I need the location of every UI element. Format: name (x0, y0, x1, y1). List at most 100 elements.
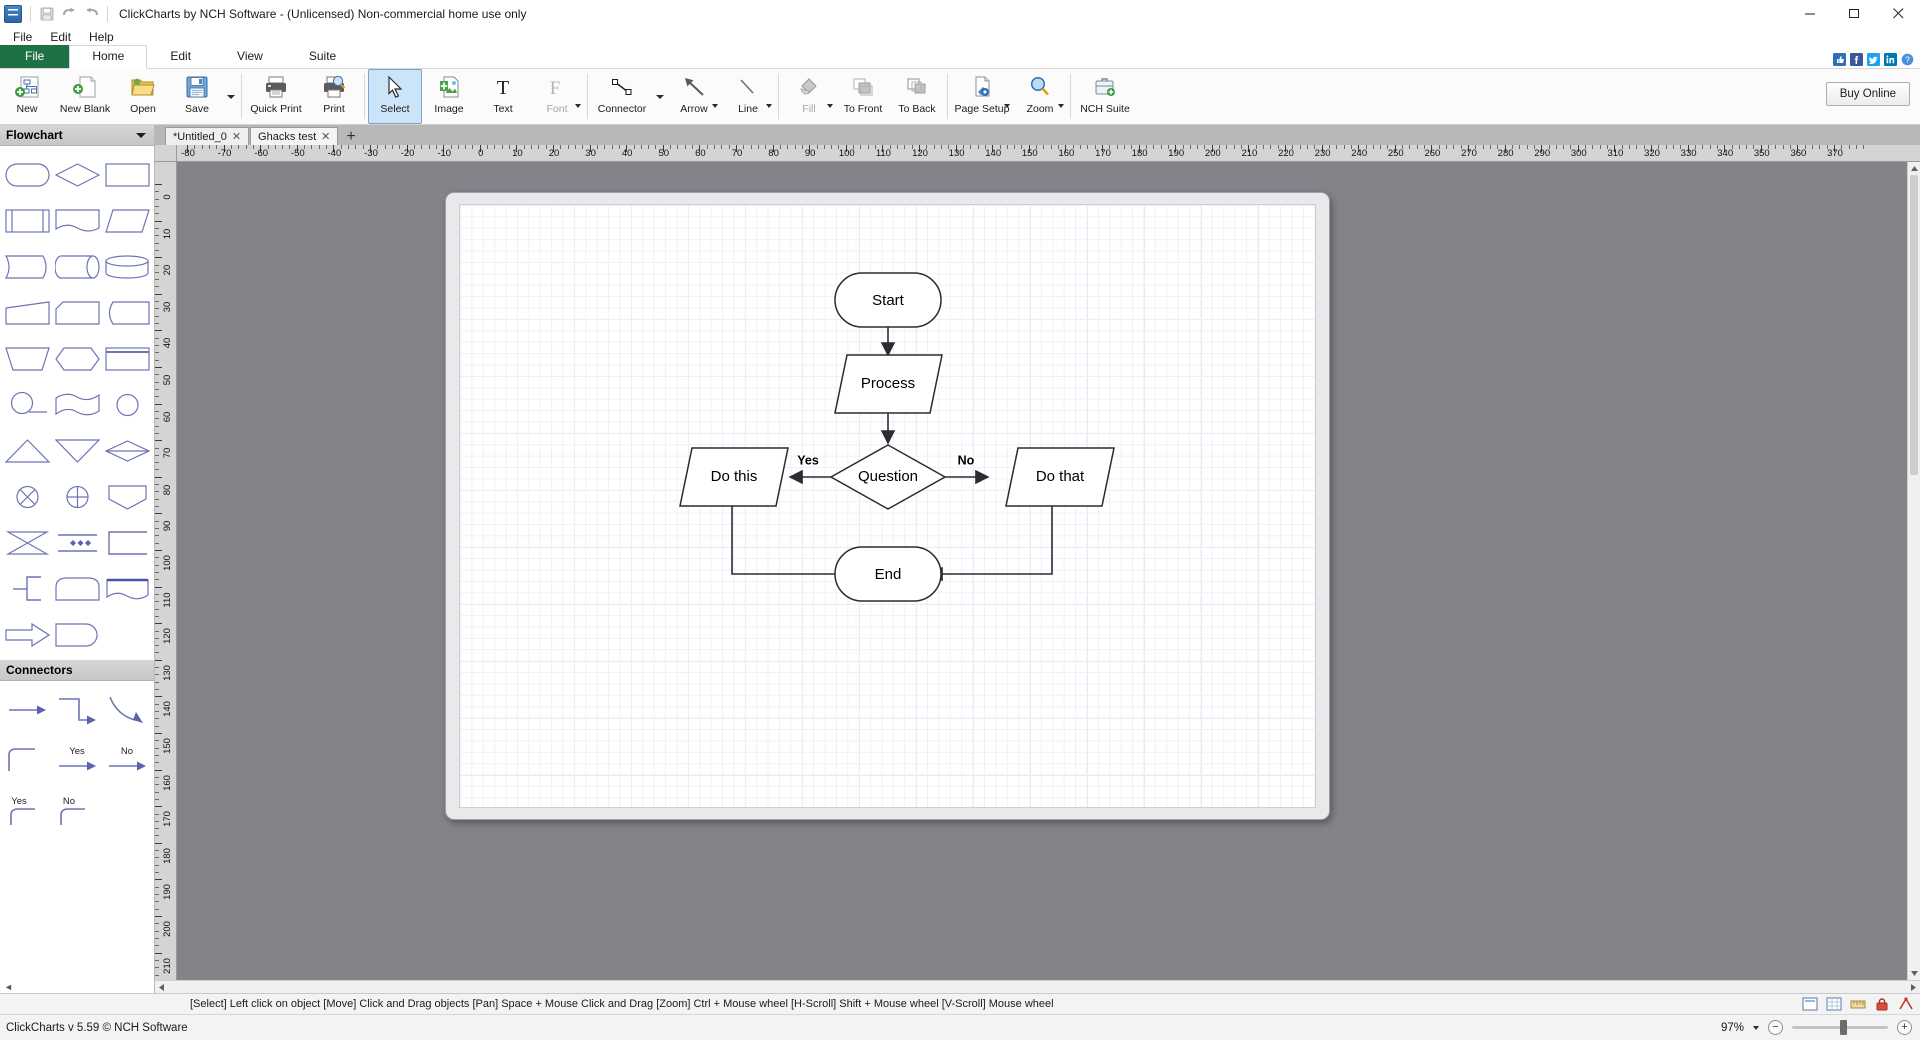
connector-button[interactable]: Connector (591, 69, 653, 124)
connector-dropdown-caret[interactable] (653, 95, 667, 99)
canvas-area[interactable]: Yes No Start Process Question Do this Do… (177, 162, 1907, 980)
chevron-down-icon[interactable] (1753, 1026, 1759, 1030)
shape-delay[interactable] (102, 290, 152, 336)
scroll-right-button[interactable] (1907, 981, 1920, 993)
horizontal-scroll-track[interactable] (168, 981, 1907, 993)
zoom-out-button[interactable]: − (1768, 1020, 1783, 1035)
close-icon[interactable]: ✕ (232, 130, 241, 143)
connector-labeled-arrow-no[interactable]: No (102, 735, 152, 785)
shape-merge-inverted-triangle[interactable] (52, 428, 102, 474)
new-blank-button[interactable]: New Blank (54, 69, 116, 124)
shape-tape-rounded-top[interactable] (52, 566, 102, 612)
node-start[interactable]: Start (834, 272, 942, 328)
new-button[interactable]: New (0, 69, 54, 124)
image-button[interactable]: Image (422, 69, 476, 124)
flowchart-section-header[interactable]: Flowchart (0, 125, 154, 146)
node-process[interactable]: Process (834, 354, 943, 414)
shape-summing-junction[interactable] (2, 474, 52, 520)
menu-file[interactable]: File (4, 28, 41, 46)
shape-stored-data-disk[interactable] (102, 244, 152, 290)
menu-edit[interactable]: Edit (41, 28, 80, 46)
shape-manual-input[interactable] (2, 290, 52, 336)
fill-button[interactable]: Fill (782, 69, 836, 124)
save-icon[interactable] (36, 3, 58, 25)
ribbon-tab-home[interactable]: Home (69, 45, 148, 69)
arrow-button[interactable]: Arrow (667, 69, 721, 124)
select-button[interactable]: Select (368, 69, 422, 124)
shape-preparation-hexagon[interactable] (52, 336, 102, 382)
add-document-tab-button[interactable]: + (339, 129, 362, 145)
nch-suite-button[interactable]: NCH Suite (1074, 69, 1136, 124)
shape-terminator-rounded[interactable] (2, 152, 52, 198)
zoom-in-button[interactable]: + (1897, 1020, 1912, 1035)
shape-arrow-block-right[interactable] (2, 612, 52, 658)
font-button[interactable]: F Font (530, 69, 584, 124)
buy-online-button[interactable]: Buy Online (1825, 82, 1910, 106)
twitter-icon[interactable] (1867, 53, 1880, 66)
minimize-icon[interactable] (1788, 0, 1832, 27)
font-dropdown-caret[interactable] (575, 104, 581, 108)
shape-annotation-dots[interactable] (52, 520, 102, 566)
shape-connector-circle[interactable] (102, 382, 152, 428)
horizontal-ruler[interactable]: -80 -70 -60 -50 -40 -30 -20 -10 0 10 20 30 40 50 60 70 8… (177, 145, 1907, 162)
zoom-dropdown-caret[interactable] (1058, 104, 1064, 108)
shape-wave-document-stack[interactable] (102, 566, 152, 612)
shape-comment-brace[interactable] (2, 566, 52, 612)
to-front-button[interactable]: To Front (836, 69, 890, 124)
vertical-ruler[interactable]: 0 10 20 30 40 50 60 70 80 90 100 110 120 130 140 150 160… (155, 162, 177, 980)
zoom-slider-knob[interactable] (1840, 1020, 1847, 1035)
shape-collate-diamond-wide[interactable] (102, 428, 152, 474)
undo-icon[interactable] (58, 3, 80, 25)
grid-icon[interactable] (1825, 997, 1842, 1012)
sidebar-scroll-left-icon[interactable]: ◄ (0, 981, 154, 993)
open-button[interactable]: Open (116, 69, 170, 124)
shape-data-parallelogram[interactable] (102, 198, 152, 244)
shape-collate-hourglass[interactable] (2, 520, 52, 566)
vertical-scroll-thumb[interactable] (1910, 175, 1918, 475)
scroll-left-button[interactable] (155, 981, 168, 993)
shape-logical-or[interactable] (52, 474, 102, 520)
page-view-icon[interactable] (1801, 997, 1818, 1012)
save-dropdown-caret[interactable] (224, 95, 238, 99)
redo-icon[interactable] (80, 3, 102, 25)
vertical-scrollbar[interactable] (1907, 162, 1920, 980)
snap-icon[interactable] (1897, 997, 1914, 1012)
line-dropdown-caret[interactable] (766, 104, 772, 108)
to-back-button[interactable]: To Back (890, 69, 944, 124)
linkedin-icon[interactable] (1884, 53, 1897, 66)
ruler-icon[interactable] (1849, 997, 1866, 1012)
help-icon[interactable]: ? (1901, 53, 1914, 66)
vertical-scroll-track[interactable] (1908, 175, 1920, 967)
menu-help[interactable]: Help (80, 28, 123, 46)
shape-manual-operation-trapezoid[interactable] (2, 336, 52, 382)
shape-predefined-process[interactable] (2, 198, 52, 244)
document-tab-untitled[interactable]: *Untitled_0 ✕ (165, 127, 250, 145)
shape-display-circle-tail[interactable] (2, 382, 52, 428)
shape-extract-triangle[interactable] (2, 428, 52, 474)
arrow-dropdown-caret[interactable] (712, 104, 718, 108)
quick-print-button[interactable]: Quick Print (245, 69, 307, 124)
node-question[interactable]: Question (829, 444, 947, 510)
connector-elbow-arrow-up-left[interactable] (2, 735, 52, 785)
page-setup-button[interactable]: Page Setup (951, 69, 1013, 124)
maximize-icon[interactable] (1832, 0, 1876, 27)
connector-labeled-elbow-yes[interactable]: Yes (2, 785, 52, 835)
connector-labeled-elbow-no[interactable]: No (52, 785, 102, 835)
node-dothat[interactable]: Do that (1005, 447, 1115, 507)
shape-direct-access-cylinder[interactable] (52, 244, 102, 290)
fill-dropdown-caret[interactable] (827, 104, 833, 108)
thumbs-up-icon[interactable] (1833, 53, 1846, 66)
diagram-page[interactable]: Yes No Start Process Question Do this Do… (459, 204, 1316, 808)
connector-labeled-arrow-yes[interactable]: Yes (52, 735, 102, 785)
shape-document[interactable] (52, 198, 102, 244)
node-dothis[interactable]: Do this (679, 447, 789, 507)
save-button[interactable]: Save (170, 69, 224, 124)
close-icon[interactable] (1876, 0, 1920, 27)
zoom-slider[interactable] (1792, 1020, 1888, 1035)
shape-terminator-half-round[interactable] (52, 612, 102, 658)
shape-decision-diamond[interactable] (52, 152, 102, 198)
scroll-down-button[interactable] (1908, 967, 1920, 980)
shape-bracket-left[interactable] (102, 520, 152, 566)
shape-multi-document-wave[interactable] (52, 382, 102, 428)
connector-straight-arrow[interactable] (2, 685, 52, 735)
